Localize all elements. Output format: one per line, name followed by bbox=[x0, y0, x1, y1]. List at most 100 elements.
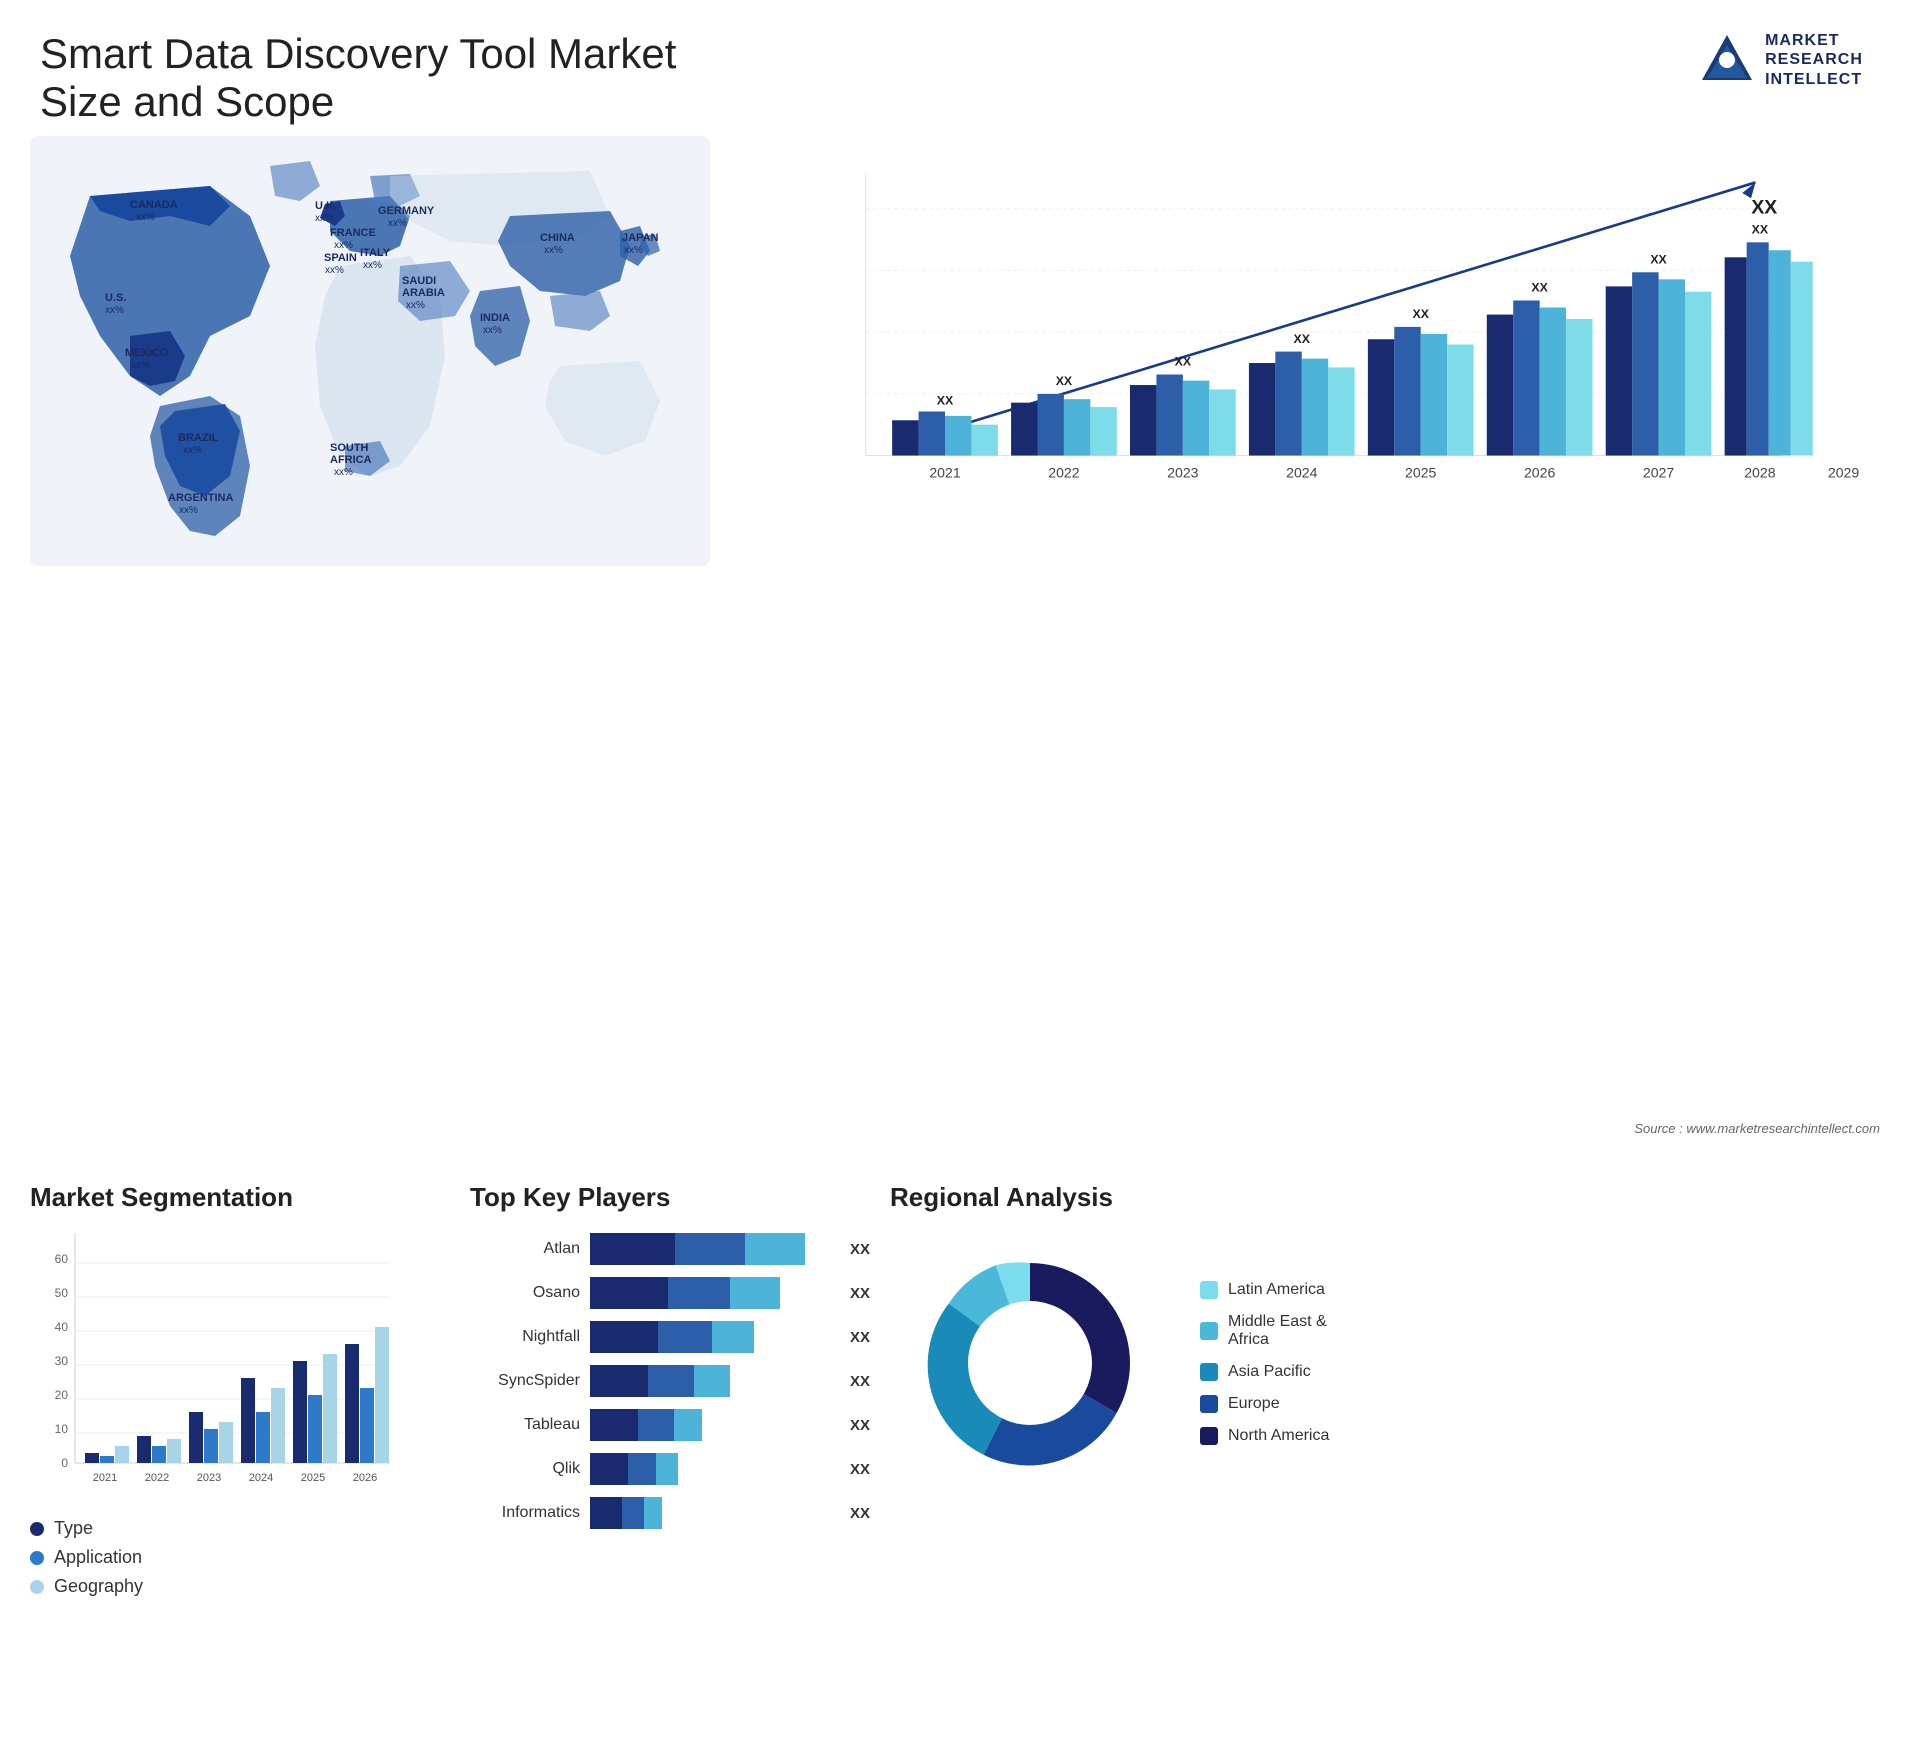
mea-label: Middle East &Africa bbox=[1228, 1313, 1327, 1349]
svg-text:ARABIA: ARABIA bbox=[402, 287, 445, 299]
application-dot bbox=[30, 1551, 44, 1565]
player-label-nightfall: XX bbox=[850, 1329, 870, 1346]
svg-text:2022: 2022 bbox=[145, 1472, 169, 1484]
europe-label: Europe bbox=[1228, 1395, 1280, 1413]
donut-area: Latin America Middle East &Africa Asia P… bbox=[890, 1223, 1890, 1503]
svg-text:CHINA: CHINA bbox=[540, 232, 575, 244]
svg-text:2027: 2027 bbox=[1643, 465, 1674, 481]
svg-text:xx%: xx% bbox=[388, 218, 407, 229]
player-row-atlan: Atlan XX bbox=[470, 1233, 870, 1265]
svg-text:SOUTH: SOUTH bbox=[330, 442, 369, 454]
reg-legend-europe: Europe bbox=[1200, 1395, 1329, 1413]
svg-text:BRAZIL: BRAZIL bbox=[178, 432, 219, 444]
player-bar-osano bbox=[590, 1277, 832, 1309]
svg-text:xx%: xx% bbox=[406, 300, 425, 311]
logo-icon bbox=[1697, 30, 1757, 90]
player-bar-informatics bbox=[590, 1497, 832, 1529]
reg-legend-apac: Asia Pacific bbox=[1200, 1363, 1329, 1381]
svg-text:FRANCE: FRANCE bbox=[330, 227, 376, 239]
legend-application: Application bbox=[30, 1547, 450, 1568]
svg-text:xx%: xx% bbox=[544, 245, 563, 256]
latin-box bbox=[1200, 1281, 1218, 1299]
seg-chart: 0 10 20 30 40 50 60 2021 bbox=[30, 1223, 450, 1503]
svg-text:XX: XX bbox=[1531, 281, 1548, 295]
player-label-atlan: XX bbox=[850, 1241, 870, 1258]
player-row-nightfall: Nightfall XX bbox=[470, 1321, 870, 1353]
segmentation-panel: Market Segmentation 0 10 20 30 40 50 60 bbox=[30, 1182, 450, 1732]
svg-text:XX: XX bbox=[1056, 374, 1073, 388]
players-list: Atlan XX Osano XX Nightf bbox=[470, 1233, 870, 1529]
svg-text:JAPAN: JAPAN bbox=[622, 232, 659, 244]
player-name-qlik: Qlik bbox=[470, 1460, 580, 1478]
logo-box: MARKET RESEARCH INTELLECT bbox=[1697, 30, 1863, 90]
svg-text:ITALY: ITALY bbox=[360, 247, 391, 259]
svg-text:SAUDI: SAUDI bbox=[402, 275, 436, 287]
svg-text:SPAIN: SPAIN bbox=[324, 252, 357, 264]
svg-text:xx%: xx% bbox=[131, 360, 150, 371]
na-label: North America bbox=[1228, 1427, 1329, 1445]
svg-text:xx%: xx% bbox=[334, 240, 353, 251]
source-text: Source : www.marketresearchintellect.com bbox=[1634, 1121, 1880, 1136]
geography-label: Geography bbox=[54, 1576, 143, 1597]
svg-text:2025: 2025 bbox=[301, 1472, 325, 1484]
svg-text:2029: 2029 bbox=[1828, 465, 1859, 481]
player-label-informatics: XX bbox=[850, 1505, 870, 1522]
svg-text:xx%: xx% bbox=[325, 265, 344, 276]
player-name-syncspider: SyncSpider bbox=[470, 1372, 580, 1390]
geography-dot bbox=[30, 1580, 44, 1594]
legend-type: Type bbox=[30, 1518, 450, 1539]
player-row-syncspider: SyncSpider XX bbox=[470, 1365, 870, 1397]
svg-text:60: 60 bbox=[55, 1252, 69, 1266]
svg-text:2024: 2024 bbox=[1286, 465, 1317, 481]
player-bar-tableau bbox=[590, 1409, 832, 1441]
header: Smart Data Discovery Tool Market Size an… bbox=[0, 0, 1920, 136]
svg-text:U.K.: U.K. bbox=[315, 200, 337, 212]
svg-text:50: 50 bbox=[55, 1286, 69, 1300]
svg-text:xx%: xx% bbox=[334, 467, 353, 478]
player-bar-syncspider bbox=[590, 1365, 832, 1397]
player-label-syncspider: XX bbox=[850, 1373, 870, 1390]
logo-text: MARKET RESEARCH INTELLECT bbox=[1765, 31, 1863, 89]
mea-box bbox=[1200, 1322, 1218, 1340]
apac-box bbox=[1200, 1363, 1218, 1381]
svg-text:CANADA: CANADA bbox=[130, 199, 178, 211]
svg-text:ARGENTINA: ARGENTINA bbox=[168, 492, 233, 504]
svg-text:2024: 2024 bbox=[249, 1472, 273, 1484]
svg-text:xx%: xx% bbox=[483, 325, 502, 336]
svg-text:GERMANY: GERMANY bbox=[378, 205, 435, 217]
page-title: Smart Data Discovery Tool Market Size an… bbox=[40, 30, 740, 126]
svg-text:2022: 2022 bbox=[1048, 465, 1079, 481]
svg-text:2021: 2021 bbox=[929, 465, 960, 481]
svg-text:XX: XX bbox=[1412, 307, 1429, 321]
svg-text:MEXICO: MEXICO bbox=[125, 347, 169, 359]
svg-text:XX: XX bbox=[1175, 355, 1192, 369]
apac-label: Asia Pacific bbox=[1228, 1363, 1311, 1381]
player-row-osano: Osano XX bbox=[470, 1277, 870, 1309]
player-name-osano: Osano bbox=[470, 1284, 580, 1302]
player-label-osano: XX bbox=[850, 1285, 870, 1302]
player-row-qlik: Qlik XX bbox=[470, 1453, 870, 1485]
player-row-informatics: Informatics XX bbox=[470, 1497, 870, 1529]
svg-text:10: 10 bbox=[55, 1422, 69, 1436]
bar-chart: XX XX XX XX bbox=[740, 136, 1890, 576]
regional-title: Regional Analysis bbox=[890, 1182, 1890, 1213]
na-box bbox=[1200, 1427, 1218, 1445]
players-title: Top Key Players bbox=[470, 1182, 870, 1213]
svg-text:2021: 2021 bbox=[93, 1472, 117, 1484]
svg-text:INDIA: INDIA bbox=[480, 312, 510, 324]
svg-text:xx%: xx% bbox=[183, 445, 202, 456]
europe-box bbox=[1200, 1395, 1218, 1413]
player-bar-atlan bbox=[590, 1233, 832, 1265]
player-name-tableau: Tableau bbox=[470, 1416, 580, 1434]
svg-text:2028: 2028 bbox=[1744, 465, 1775, 481]
player-bar-nightfall bbox=[590, 1321, 832, 1353]
reg-legend-na: North America bbox=[1200, 1427, 1329, 1445]
legend-geography: Geography bbox=[30, 1576, 450, 1597]
svg-text:xx%: xx% bbox=[624, 245, 643, 256]
player-label-tableau: XX bbox=[850, 1417, 870, 1434]
player-bar-qlik bbox=[590, 1453, 832, 1485]
svg-text:XX: XX bbox=[937, 393, 954, 407]
application-label: Application bbox=[54, 1547, 142, 1568]
type-label: Type bbox=[54, 1518, 93, 1539]
svg-text:2025: 2025 bbox=[1405, 465, 1436, 481]
